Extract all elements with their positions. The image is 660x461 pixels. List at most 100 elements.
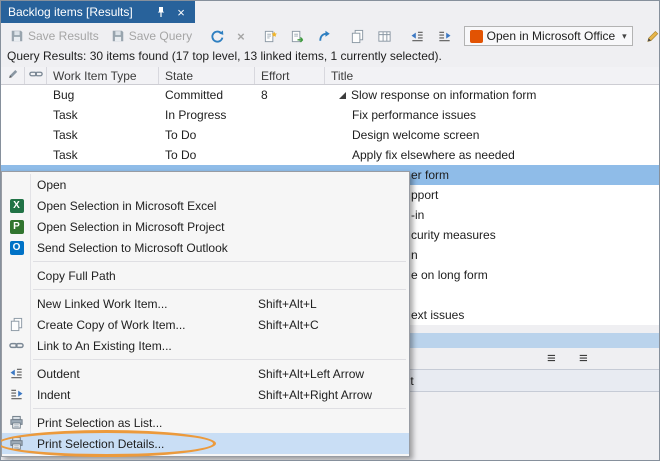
- link-icon: [5, 338, 28, 353]
- menu-item-outdent[interactable]: Outdent Shift+Alt+Left Arrow: [2, 363, 409, 384]
- menu-item-indent[interactable]: Indent Shift+Alt+Right Arrow: [2, 384, 409, 405]
- rerun-query-icon: [317, 29, 332, 44]
- context-menu: Open X Open Selection in Microsoft Excel…: [1, 171, 410, 457]
- indent-icon: [5, 387, 28, 402]
- outlook-icon: O: [5, 241, 28, 255]
- indent-icon: [437, 29, 452, 44]
- refresh-button[interactable]: [204, 26, 231, 47]
- state-cell: Committed: [159, 88, 255, 102]
- title-cell: Design welcome screen: [325, 128, 659, 142]
- menu-item-open-selection-in-excel[interactable]: X Open Selection in Microsoft Excel: [2, 195, 409, 216]
- printer-icon: [5, 436, 28, 451]
- outlook-letter: O: [10, 241, 24, 255]
- column-header-work-item-type[interactable]: Work Item Type: [47, 67, 159, 84]
- title-text: Slow response on information form: [351, 88, 536, 102]
- type-cell: Task: [47, 128, 159, 142]
- cancel-icon: ×: [237, 29, 245, 44]
- edit-query-button[interactable]: Edit Query: [639, 26, 660, 47]
- open-in-microsoft-office-button[interactable]: Open in Microsoft Office ▾: [464, 26, 633, 46]
- table-row[interactable]: Bug Committed 8 Slow response on informa…: [1, 85, 659, 105]
- link-icon: [29, 67, 43, 84]
- outdent-icon: [5, 366, 28, 381]
- menu-item-shortcut: Shift+Alt+C: [258, 318, 319, 332]
- save-query-button[interactable]: Save Query: [105, 26, 198, 46]
- cancel-button[interactable]: ×: [231, 26, 251, 47]
- menu-item-open[interactable]: Open: [2, 174, 409, 195]
- table-row[interactable]: Task In Progress Fix performance issues: [1, 105, 659, 125]
- title-fragment: curity measures: [411, 228, 496, 242]
- title-text: Apply fix elsewhere as needed: [352, 148, 515, 162]
- expander-icon[interactable]: [339, 92, 346, 99]
- state-cell: In Progress: [159, 108, 255, 122]
- copy-icon: [5, 317, 28, 332]
- menu-item-label: New Linked Work Item...: [37, 297, 168, 311]
- menu-item-create-copy-of-work-item[interactable]: Create Copy of Work Item... Shift+Alt+C: [2, 314, 409, 335]
- query-results-summary: Query Results: 30 items found (17 top le…: [7, 49, 655, 65]
- pencil-icon: [7, 68, 19, 83]
- edit-query-icon: [645, 29, 660, 44]
- close-icon[interactable]: ×: [174, 5, 188, 19]
- menu-item-shortcut: Shift+Alt+Left Arrow: [258, 367, 364, 381]
- menu-item-open-selection-in-project[interactable]: P Open Selection in Microsoft Project: [2, 216, 409, 237]
- menu-lines-icon[interactable]: ≡: [547, 350, 556, 367]
- menu-item-link-to-existing-item[interactable]: Link to An Existing Item...: [2, 335, 409, 356]
- project-letter: P: [10, 220, 24, 234]
- open-in-new-tab-icon: [290, 29, 305, 44]
- column-options-icon: [377, 29, 392, 44]
- title-fragment: er form: [411, 168, 449, 182]
- menu-item-shortcut: Shift+Alt+L: [258, 297, 317, 311]
- save-results-label: Save Results: [28, 29, 99, 43]
- column-header-title[interactable]: Title: [325, 67, 659, 84]
- copy-icon: [350, 29, 365, 44]
- rerun-query-button[interactable]: [311, 26, 338, 47]
- query-results-window: Backlog items [Results] × Save Results S…: [0, 0, 660, 461]
- office-icon: [470, 30, 483, 43]
- menu-item-label: Copy Full Path: [37, 269, 116, 283]
- title-fragment: pport: [411, 188, 438, 202]
- menu-item-label: Print Selection Details...: [37, 437, 164, 451]
- table-row[interactable]: Task To Do Apply fix elsewhere as needed: [1, 145, 659, 165]
- new-work-item-button[interactable]: [257, 26, 284, 47]
- pin-icon[interactable]: [154, 5, 168, 19]
- menu-item-print-selection-as-list[interactable]: Print Selection as List...: [2, 412, 409, 433]
- printer-icon: [5, 415, 28, 430]
- toolbar: Save Results Save Query ×: [1, 23, 659, 49]
- menu-item-label: Outdent: [37, 367, 80, 381]
- tab-title: Backlog items [Results]: [8, 5, 148, 19]
- menu-item-copy-full-path[interactable]: Copy Full Path: [2, 265, 409, 286]
- menu-separator: [33, 408, 406, 409]
- effort-cell: 8: [255, 88, 325, 102]
- excel-letter: X: [10, 199, 24, 213]
- outdent-icon: [410, 29, 425, 44]
- open-in-office-label: Open in Microsoft Office: [487, 29, 616, 43]
- menu-item-shortcut: Shift+Alt+Right Arrow: [258, 388, 372, 402]
- copy-results-button[interactable]: [344, 26, 371, 47]
- link-column-header[interactable]: [25, 67, 47, 84]
- title-fragment: -in: [411, 208, 424, 222]
- tab-backlog-items-results[interactable]: Backlog items [Results] ×: [1, 1, 195, 23]
- title-cell: Apply fix elsewhere as needed: [325, 148, 659, 162]
- column-header-state[interactable]: State: [159, 67, 255, 84]
- menu-item-label: Open Selection in Microsoft Project: [37, 220, 224, 234]
- open-in-new-tab-button[interactable]: [284, 26, 311, 47]
- menu-item-label: Open: [37, 178, 66, 192]
- new-work-item-icon: [263, 29, 278, 44]
- edit-column-header[interactable]: [1, 67, 25, 84]
- column-options-button[interactable]: [371, 26, 398, 47]
- menu-item-send-selection-to-outlook[interactable]: O Send Selection to Microsoft Outlook: [2, 237, 409, 258]
- table-row[interactable]: Task To Do Design welcome screen: [1, 125, 659, 145]
- save-results-button[interactable]: Save Results: [4, 26, 105, 46]
- title-fragment: n: [411, 248, 418, 262]
- menu-item-label: Send Selection to Microsoft Outlook: [37, 241, 228, 255]
- excel-icon: X: [5, 199, 28, 213]
- menu-item-label: Indent: [37, 388, 70, 402]
- indent-button[interactable]: [431, 26, 458, 47]
- save-icon: [111, 29, 125, 43]
- outdent-button[interactable]: [404, 26, 431, 47]
- column-header-effort[interactable]: Effort: [255, 67, 325, 84]
- menu-separator: [33, 289, 406, 290]
- menu-item-new-linked-work-item[interactable]: New Linked Work Item... Shift+Alt+L: [2, 293, 409, 314]
- menu-item-print-selection-details[interactable]: Print Selection Details...: [2, 433, 409, 454]
- menu-lines-icon[interactable]: ≡: [579, 350, 588, 367]
- type-cell: Task: [47, 148, 159, 162]
